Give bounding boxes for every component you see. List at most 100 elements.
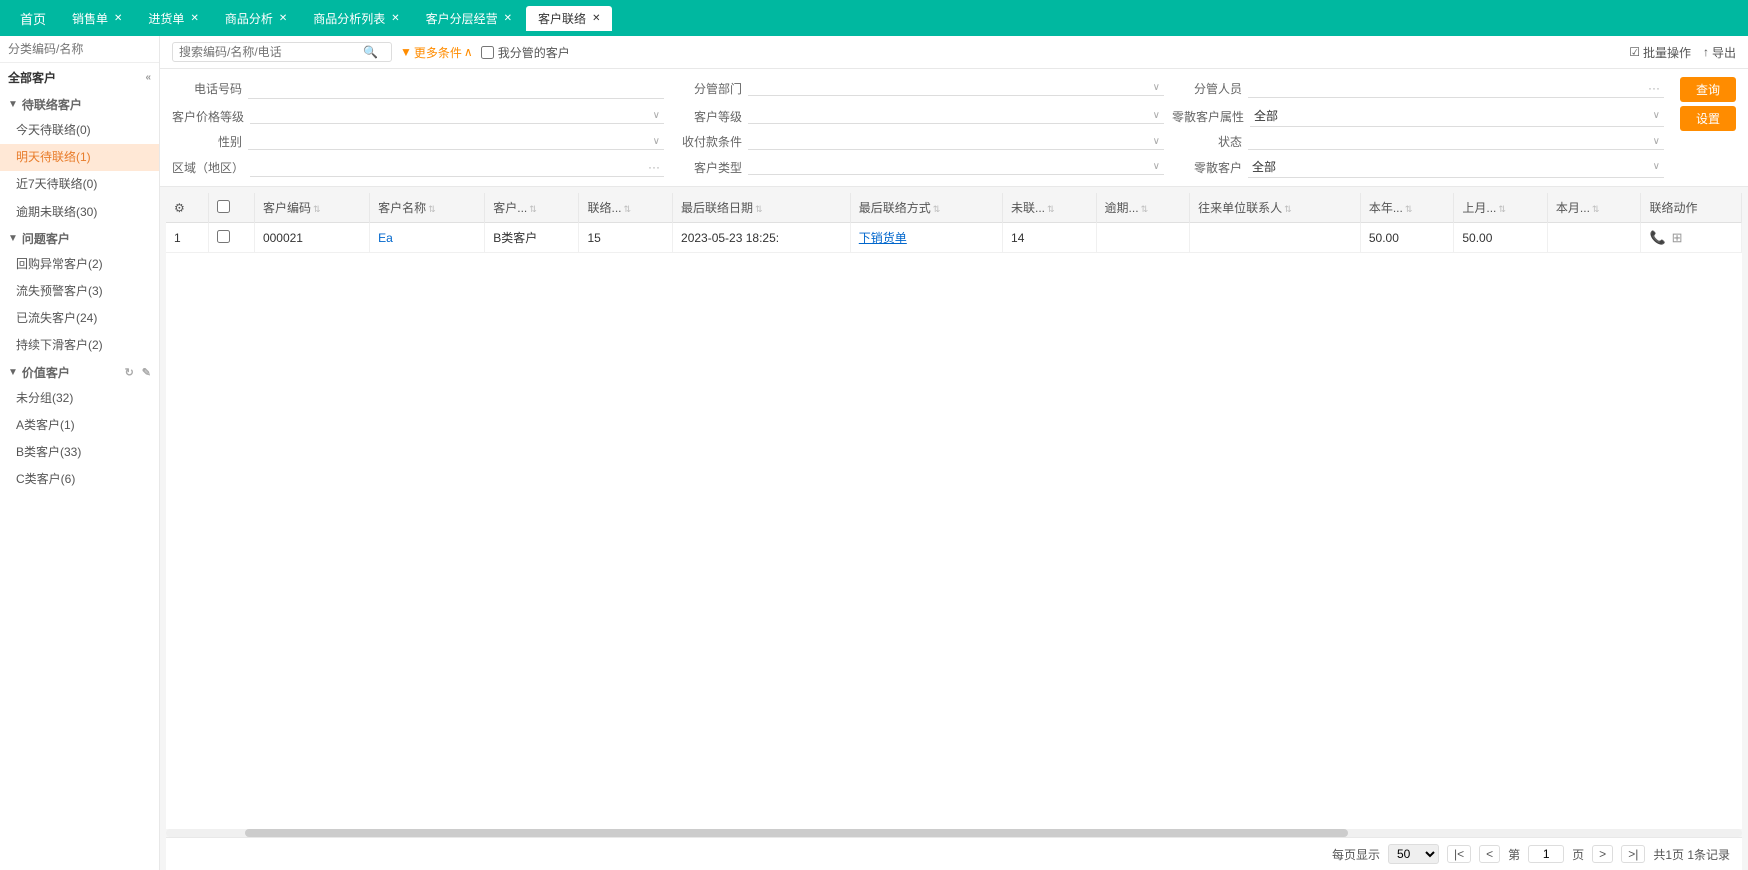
- sort-company-contact[interactable]: ⇅: [1284, 204, 1292, 214]
- sidebar-item-overdue[interactable]: 逾期未联络(30): [0, 199, 159, 226]
- grid-action-icon[interactable]: ⊞: [1672, 230, 1683, 246]
- main-search-icon[interactable]: 🔍: [363, 45, 378, 59]
- nav-sales[interactable]: 销售单 ✕: [60, 6, 134, 31]
- close-product-tab[interactable]: ✕: [279, 13, 287, 24]
- last-page-btn[interactable]: >|: [1621, 845, 1645, 863]
- col-name[interactable]: 客户名称⇅: [370, 193, 485, 223]
- col-checkbox[interactable]: [208, 193, 254, 223]
- sidebar-item-repurchase-anomaly[interactable]: 回购异常客户(2): [0, 251, 159, 278]
- phone-input[interactable]: [248, 77, 664, 99]
- sort-name[interactable]: ⇅: [428, 204, 436, 214]
- sidebar-item-declining[interactable]: 持续下滑客户(2): [0, 332, 159, 359]
- prev-page-btn[interactable]: <: [1479, 845, 1500, 863]
- last-method-link[interactable]: 下销货单: [859, 231, 907, 245]
- retail-customer-select[interactable]: 全部 ∨: [1248, 156, 1664, 178]
- my-customers-check[interactable]: [481, 46, 494, 59]
- sort-last-method[interactable]: ⇅: [933, 204, 941, 214]
- sidebar-item-ungrouped[interactable]: 未分组(32): [0, 385, 159, 412]
- row-checkbox[interactable]: [208, 223, 254, 253]
- customer-type-label: 客户类型: [672, 159, 742, 176]
- horizontal-scrollbar[interactable]: [166, 829, 1742, 837]
- sidebar-search-input[interactable]: [8, 42, 160, 56]
- per-page-label: 每页显示: [1332, 846, 1380, 863]
- region-dots[interactable]: ···: [648, 160, 660, 174]
- col-type[interactable]: 客户...⇅: [485, 193, 579, 223]
- sidebar-item-c-class[interactable]: C类客户(6): [0, 466, 159, 493]
- value-refresh-icon[interactable]: ↻: [125, 366, 134, 379]
- col-last-month[interactable]: 上月...⇅: [1454, 193, 1548, 223]
- nav-customer-contact[interactable]: 客户联络 ✕: [526, 6, 612, 31]
- nav-purchase[interactable]: 进货单 ✕: [136, 6, 210, 31]
- col-code[interactable]: 客户编码⇅: [254, 193, 369, 223]
- close-customer-contact-tab[interactable]: ✕: [592, 13, 600, 24]
- manager-select[interactable]: ···: [1248, 79, 1664, 98]
- row-name[interactable]: Ea: [370, 223, 485, 253]
- col-last-method[interactable]: 最后联络方式⇅: [850, 193, 1002, 223]
- close-sales-tab[interactable]: ✕: [114, 13, 122, 24]
- per-page-select[interactable]: 50 100 200: [1388, 844, 1439, 864]
- query-button[interactable]: 查询: [1680, 77, 1736, 102]
- customer-level-label: 客户等级: [672, 108, 742, 125]
- close-purchase-tab[interactable]: ✕: [190, 13, 198, 24]
- sort-this-month[interactable]: ⇅: [1592, 204, 1600, 214]
- bulk-action-btn[interactable]: ☑ 批量操作: [1629, 44, 1691, 61]
- customer-level-select[interactable]: ∨: [748, 108, 1164, 124]
- select-all-checkbox[interactable]: [217, 200, 230, 213]
- price-level-select[interactable]: ∨: [250, 108, 664, 124]
- nav-customer-tier[interactable]: 客户分层经营 ✕: [414, 6, 524, 31]
- filter-manager: 分管人员 ···: [1172, 79, 1664, 98]
- gender-select[interactable]: ∨: [248, 134, 664, 150]
- sort-uncontacted[interactable]: ⇅: [1047, 204, 1055, 214]
- page-number-input[interactable]: [1528, 845, 1564, 863]
- manager-dots[interactable]: ···: [1648, 81, 1660, 95]
- export-btn[interactable]: ↑ 导出: [1703, 44, 1736, 61]
- region-label: 区域（地区）: [172, 159, 244, 176]
- table-row: 1 000021 Ea B类客户 15 2023-05-23 18:25: 下销…: [166, 223, 1742, 253]
- col-last-date[interactable]: 最后联络日期⇅: [673, 193, 851, 223]
- col-this-year[interactable]: 本年...⇅: [1360, 193, 1454, 223]
- col-settings[interactable]: ⚙: [166, 193, 208, 223]
- region-select[interactable]: ···: [250, 158, 664, 177]
- col-overdue[interactable]: 逾期...⇅: [1096, 193, 1190, 223]
- sort-last-month[interactable]: ⇅: [1498, 204, 1506, 214]
- dept-select[interactable]: ∨: [748, 80, 1164, 96]
- status-select[interactable]: ∨: [1248, 134, 1664, 150]
- sort-type[interactable]: ⇅: [529, 204, 537, 214]
- col-this-month[interactable]: 本月...⇅: [1547, 193, 1641, 223]
- call-action-icon[interactable]: 📞: [1649, 230, 1665, 246]
- row-last-method[interactable]: 下销货单: [850, 223, 1002, 253]
- sidebar-item-b-class[interactable]: B类客户(33): [0, 439, 159, 466]
- sort-last-date[interactable]: ⇅: [755, 204, 763, 214]
- sidebar-item-7days[interactable]: 近7天待联络(0): [0, 171, 159, 198]
- next-page-btn[interactable]: >: [1592, 845, 1613, 863]
- close-product-list-tab[interactable]: ✕: [391, 13, 399, 24]
- more-conditions-btn[interactable]: ▼ 更多条件 ∧: [400, 44, 473, 61]
- sidebar-item-today[interactable]: 今天待联络(0): [0, 117, 159, 144]
- retail-attr-select[interactable]: 全部 ∨: [1250, 105, 1664, 127]
- col-company-contact[interactable]: 往来单位联系人⇅: [1190, 193, 1361, 223]
- first-page-btn[interactable]: |<: [1447, 845, 1471, 863]
- set-button[interactable]: 设置: [1680, 106, 1736, 131]
- nav-home[interactable]: 首页: [8, 5, 58, 32]
- value-edit-icon[interactable]: ✎: [142, 366, 151, 379]
- sort-this-year[interactable]: ⇅: [1405, 204, 1413, 214]
- main-search-input[interactable]: [179, 45, 359, 59]
- close-customer-tier-tab[interactable]: ✕: [504, 13, 512, 24]
- my-customers-checkbox[interactable]: 我分管的客户: [481, 44, 570, 61]
- scroll-thumb[interactable]: [245, 829, 1348, 837]
- sidebar-item-churn-warning[interactable]: 流失预警客户(3): [0, 278, 159, 305]
- col-contact[interactable]: 联络...⇅: [579, 193, 673, 223]
- customer-type-select[interactable]: ∨: [748, 159, 1164, 175]
- sort-overdue[interactable]: ⇅: [1141, 204, 1149, 214]
- sidebar-item-a-class[interactable]: A类客户(1): [0, 412, 159, 439]
- all-customers-header[interactable]: 全部客户 «: [0, 63, 159, 92]
- nav-product-list[interactable]: 商品分析列表 ✕: [301, 6, 411, 31]
- payment-select[interactable]: ∨: [748, 134, 1164, 150]
- sidebar-item-tomorrow[interactable]: 明天待联络(1): [0, 144, 159, 171]
- sort-contact[interactable]: ⇅: [624, 204, 632, 214]
- nav-product-analysis[interactable]: 商品分析 ✕: [213, 6, 299, 31]
- row-select-checkbox[interactable]: [217, 230, 230, 243]
- col-uncontacted[interactable]: 未联...⇅: [1003, 193, 1097, 223]
- sort-code[interactable]: ⇅: [313, 204, 321, 214]
- sidebar-item-churned[interactable]: 已流失客户(24): [0, 305, 159, 332]
